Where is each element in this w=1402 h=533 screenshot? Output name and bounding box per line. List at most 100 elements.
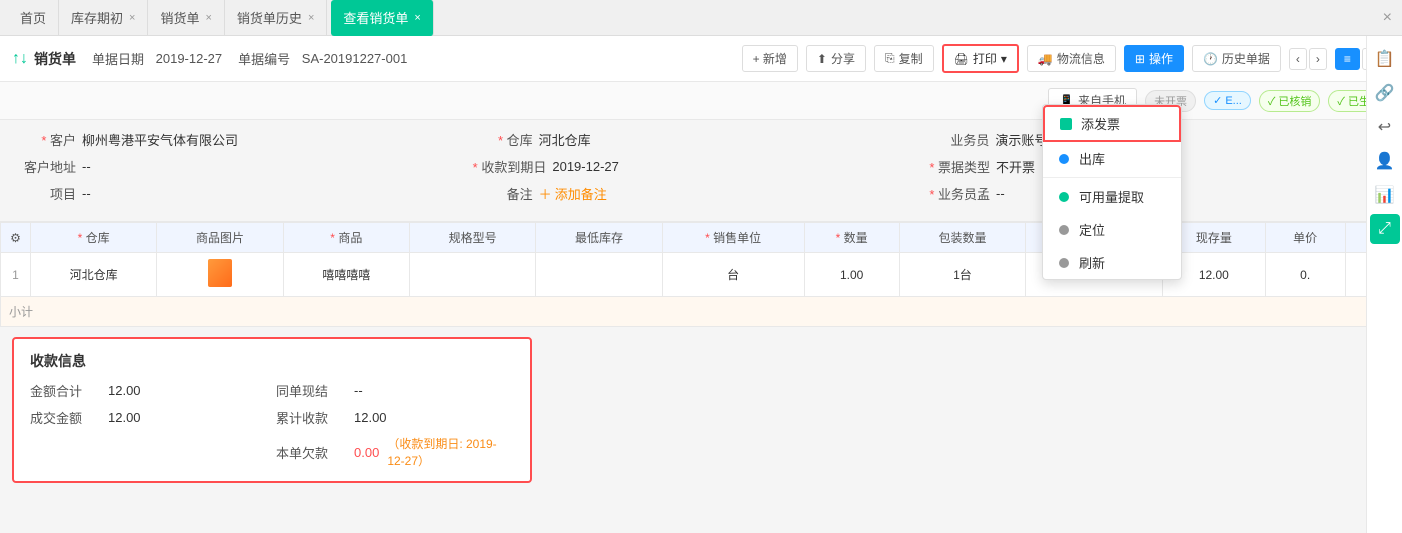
operate-button[interactable]: ⊞ 操作 — [1124, 45, 1184, 72]
salesman-value: -- — [996, 186, 1005, 201]
operate-dropdown: 添发票 出库 可用量提取 定位 刷新 — [1042, 104, 1182, 280]
address-field: 客户地址 -- — [16, 157, 473, 176]
share-icon: ⬆ — [817, 52, 827, 66]
row-min-stock — [536, 253, 662, 297]
th-min-stock: 最低库存 — [536, 223, 662, 253]
ticket-value: 不开票 — [996, 157, 1035, 176]
transaction-value: 12.00 — [108, 410, 141, 425]
effective-icon: ✓ — [1337, 96, 1345, 108]
dropdown-available-qty[interactable]: 可用量提取 — [1043, 180, 1181, 213]
new-button[interactable]: + 新增 — [742, 45, 798, 72]
payment-date-value: 2019-12-27 — [552, 159, 619, 174]
list-view-button[interactable]: ≡ — [1335, 48, 1360, 70]
payment-grid: 金额合计 12.00 同单现结 -- 成交金额 12.00 累计收款 12.00 — [30, 381, 514, 469]
dropdown-outbound[interactable]: 出库 — [1043, 142, 1181, 175]
sidebar-icon-chart[interactable]: 📊 — [1370, 180, 1400, 210]
history-button[interactable]: 🕐 历史单据 — [1192, 45, 1281, 72]
product-image — [208, 259, 232, 287]
tab-view-sales[interactable]: 查看销货单 × — [331, 0, 433, 36]
doc-actions: + 新增 ⬆ 分享 ⎘ 复制 🖨 打印 ▾ 🚚 — [742, 44, 1390, 73]
copy-button[interactable]: ⎘ 复制 — [874, 45, 934, 72]
dropdown-locate[interactable]: 定位 — [1043, 213, 1181, 246]
staff-label: 业务员 — [929, 130, 989, 149]
products-table: ⚙ 仓库 商品图片 商品 规格型号 最低库存 销售单位 数量 包装数量 可用量 … — [0, 222, 1402, 327]
warehouse-field: 仓库 河北仓库 — [473, 130, 930, 149]
row-warehouse: 河北仓库 — [31, 253, 157, 297]
print-icon: 🖨 — [954, 52, 969, 66]
row-index: 1 — [1, 253, 31, 297]
tab-close-inventory-init[interactable]: × — [129, 12, 135, 24]
warehouse-label: 仓库 — [473, 130, 533, 149]
th-package: 包装数量 — [899, 223, 1025, 253]
th-price: 单价 — [1265, 223, 1345, 253]
doc-header: ↑↓ 销货单 单据日期 2019-12-27 单据编号 SA-20191227-… — [0, 36, 1402, 82]
tab-home[interactable]: 首页 — [8, 0, 59, 36]
add-note-button[interactable]: ＋ 添加备注 — [539, 184, 607, 203]
total-label: 金额合计 — [30, 381, 100, 400]
th-image: 商品图片 — [157, 223, 283, 253]
due-label: 本单欠款 — [276, 443, 346, 462]
status-bar: 📱 来自手机 未开票 ✓ E... ✓ 已核销 ✓ 已生效 — [0, 82, 1402, 120]
sidebar-icon-link[interactable]: 🔗 — [1370, 78, 1400, 108]
th-spec: 规格型号 — [409, 223, 535, 253]
table-row: 1 河北仓库 嘻嘻嘻嘻 台 1.00 1台 12.00 0. — [1, 253, 1402, 297]
sidebar-icon-doc[interactable]: 📋 — [1370, 44, 1400, 74]
row-image — [157, 253, 283, 297]
copy-icon: ⎘ — [885, 51, 895, 66]
prev-button[interactable]: ‹ — [1289, 48, 1307, 70]
tab-sales-history[interactable]: 销货单历史 × — [225, 0, 327, 36]
project-label: 项目 — [16, 184, 76, 203]
row-package: 1台 — [899, 253, 1025, 297]
sidebar-icon-back[interactable]: ↩ — [1370, 112, 1400, 142]
verified-badge: ✓ 已核销 — [1259, 90, 1321, 112]
history-icon: 🕐 — [1203, 52, 1218, 66]
subtotal-row: 小计 — [1, 297, 1402, 327]
customer-field: 客户 柳州粤港平安气体有限公司 — [16, 130, 473, 149]
grid-icon: ⊞ — [1135, 52, 1145, 66]
doc-meta: 单据日期 2019-12-27 单据编号 SA-20191227-001 — [92, 49, 407, 68]
next-button[interactable]: › — [1309, 48, 1327, 70]
due-value: 0.00 — [354, 445, 379, 460]
tab-close-sales-history[interactable]: × — [308, 12, 314, 24]
ticket-label: 票据类型 — [929, 157, 990, 176]
print-button[interactable]: 🖨 打印 ▾ — [942, 44, 1019, 73]
payment-due: 本单欠款 0.00 （收款到期日: 2019-12-27） — [276, 435, 514, 469]
total-value: 12.00 — [108, 383, 141, 398]
nav-arrows: ‹ › — [1289, 48, 1327, 70]
sidebar-icon-user[interactable]: 👤 — [1370, 146, 1400, 176]
doc-number-value: SA-20191227-001 — [302, 51, 408, 66]
tab-close-sales-order[interactable]: × — [205, 12, 211, 24]
add-invoice-icon — [1059, 117, 1073, 131]
row-unit: 台 — [662, 253, 804, 297]
salesman-label: 业务员孟 — [929, 184, 990, 203]
subtotal-cell: 小计 — [1, 297, 1402, 327]
logistics-button[interactable]: 🚚 物流信息 — [1027, 45, 1116, 72]
tab-close-view-sales[interactable]: × — [414, 12, 420, 24]
tab-inventory-init[interactable]: 库存期初 × — [59, 0, 148, 36]
tab-sales-order[interactable]: 销货单 × — [148, 0, 224, 36]
dropdown-add-invoice[interactable]: 添发票 — [1043, 105, 1181, 142]
th-warehouse: 仓库 — [31, 223, 157, 253]
outbound-icon — [1057, 152, 1071, 166]
main-area: ↑↓ 销货单 单据日期 2019-12-27 单据编号 SA-20191227-… — [0, 36, 1402, 533]
same-order-label: 同单现结 — [276, 381, 346, 400]
window-close-button[interactable]: × — [1383, 9, 1392, 27]
dropdown-refresh[interactable]: 刷新 — [1043, 246, 1181, 279]
payment-same-order: 同单现结 -- — [276, 381, 514, 400]
transaction-label: 成交金额 — [30, 408, 100, 427]
staff-value: 演示账号 — [995, 130, 1047, 149]
refresh-icon — [1057, 256, 1071, 270]
sidebar-icon-expand[interactable]: ⤢ — [1370, 214, 1400, 244]
payment-section: 收款信息 金额合计 12.00 同单现结 -- 成交金额 12.00 — [12, 337, 532, 483]
note-label: 备注 — [473, 184, 533, 203]
row-price: 0. — [1265, 253, 1345, 297]
th-settings[interactable]: ⚙ — [1, 223, 31, 253]
doc-number-label: 单据编号 SA-20191227-001 — [238, 49, 407, 68]
address-label: 客户地址 — [16, 157, 76, 176]
payment-date-label: 收款到期日 — [473, 157, 547, 176]
project-value: -- — [82, 186, 91, 201]
customer-label: 客户 — [16, 130, 76, 149]
payment-transaction: 成交金额 12.00 — [30, 408, 268, 427]
share-button[interactable]: ⬆ 分享 — [806, 45, 866, 72]
doc-title-text: 销货单 — [34, 49, 76, 69]
